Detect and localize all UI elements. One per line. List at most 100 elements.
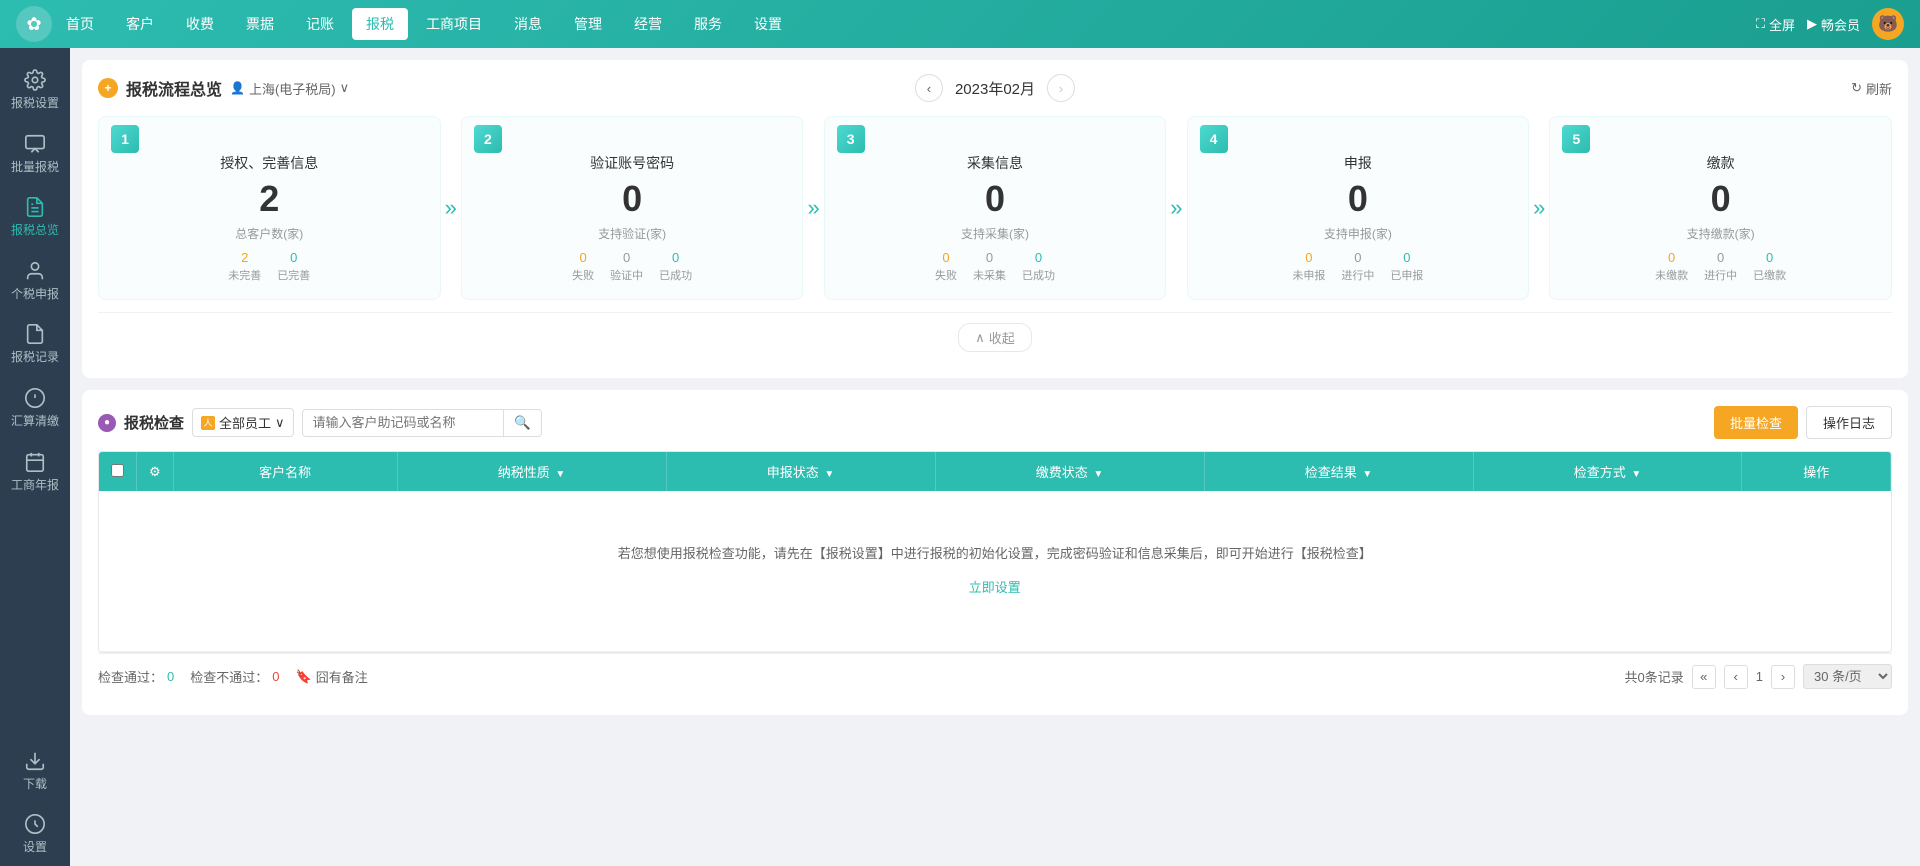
prev-page-button[interactable]: ‹ [1724, 665, 1748, 689]
check-method-filter-icon: ▼ [1631, 469, 1641, 480]
footer-note-stat: 🔖 囧有备注 [296, 667, 368, 686]
th-check-result[interactable]: 检查结果 ▼ [1204, 452, 1473, 491]
check-actions: 批量检查 操作日志 [1714, 406, 1892, 439]
top-nav: ✿ 首页 客户 收费 票据 记账 报税 工商项目 消息 管理 经营 服务 设置 … [0, 0, 1920, 48]
step-5-number: 0 [1566, 181, 1875, 217]
first-page-button[interactable]: « [1692, 665, 1716, 689]
sidebar-item-batch-tax[interactable]: 批量报税 [0, 122, 70, 186]
step-5-badge: 5 [1562, 125, 1590, 153]
sidebar-item-tax-settings[interactable]: 报税设置 [0, 58, 70, 122]
main-content: + 报税流程总览 👤 上海(电子税局) ∨ ‹ 2023年02月 › ↻ 刷新 [70, 48, 1920, 866]
next-page-button[interactable]: › [1771, 665, 1795, 689]
annual-settlement-icon [23, 386, 47, 410]
step-1-stat-1-label: 未完善 [228, 267, 261, 283]
nav-service[interactable]: 服务 [680, 8, 736, 40]
app-logo: ✿ [16, 6, 52, 42]
step-4-number: 0 [1204, 181, 1513, 217]
search-input[interactable] [303, 410, 503, 435]
step-3-stat-3-num: 0 [1035, 250, 1042, 265]
step-3-title: 采集信息 [841, 153, 1150, 173]
fail-label: 检查不通过： [190, 667, 268, 686]
step-1-sublabel: 总客户数(家) [115, 225, 424, 242]
nav-fees[interactable]: 收费 [172, 8, 228, 40]
fullscreen-label: 全屏 [1769, 15, 1795, 34]
fail-count-link[interactable]: 0 [272, 669, 279, 684]
operation-log-button[interactable]: 操作日志 [1806, 406, 1892, 439]
step-3-badge: 3 [837, 125, 865, 153]
nav-home[interactable]: 首页 [52, 8, 108, 40]
step-2-badge: 2 [474, 125, 502, 153]
sidebar-label-annual-report: 工商年报 [11, 478, 59, 494]
nav-settings[interactable]: 设置 [740, 8, 796, 40]
sidebar-item-tax-overview[interactable]: 报税总览 [0, 185, 70, 249]
fullscreen-button[interactable]: ⛶ 全屏 [1756, 15, 1795, 34]
nav-tax[interactable]: 报税 [352, 8, 408, 40]
step-2: 2 验证账号密码 0 支持验证(家) 0 失败 0 验证中 [461, 116, 804, 300]
member-button[interactable]: ▶ 畅会员 [1807, 15, 1860, 34]
step-4-badge: 4 [1200, 125, 1228, 153]
step-5-stat-1: 0 未缴款 [1655, 250, 1688, 283]
nav-messages[interactable]: 消息 [500, 8, 556, 40]
payment-status-filter-icon: ▼ [1093, 469, 1103, 480]
nav-customer[interactable]: 客户 [112, 8, 168, 40]
th-report-status[interactable]: 申报状态 ▼ [666, 452, 935, 491]
step-1-stat-2: 0 已完善 [277, 250, 310, 283]
empty-state: 若您想使用报税检查功能，请先在【报税设置】中进行报税的初始化设置，完成密码验证和… [111, 501, 1879, 641]
staff-filter-label: 全部员工 [219, 413, 271, 432]
th-gear[interactable]: ⚙ [137, 452, 174, 491]
step-2-stats: 0 失败 0 验证中 0 已成功 [478, 250, 787, 283]
collapse-button[interactable]: ∧ 收起 [958, 323, 1032, 352]
staff-filter-dropdown[interactable]: 人 全部员工 ∨ [192, 408, 294, 437]
bottom-settings-icon [23, 812, 47, 836]
th-checkbox[interactable] [99, 452, 137, 491]
select-all-checkbox[interactable] [111, 464, 124, 477]
nav-accounting[interactable]: 记账 [292, 8, 348, 40]
sidebar-item-personal-tax[interactable]: 个税申报 [0, 249, 70, 313]
setup-link[interactable]: 立即设置 [969, 580, 1021, 595]
per-page-select[interactable]: 30 条/页 50 条/页 100 条/页 [1803, 664, 1892, 689]
step-1-number: 2 [115, 181, 424, 217]
step-1-stat-2-num: 0 [290, 250, 297, 265]
gear-icon: ⚙ [149, 464, 161, 479]
user-avatar[interactable]: 🐻 [1872, 8, 1904, 40]
next-month-button[interactable]: › [1047, 74, 1075, 102]
refresh-icon: ↻ [1851, 80, 1862, 96]
batch-check-button[interactable]: 批量检查 [1714, 406, 1798, 439]
th-payment-status[interactable]: 缴费状态 ▼ [935, 452, 1204, 491]
step-2-stat-2-label: 验证中 [610, 267, 643, 283]
step-2-stat-1-num: 0 [580, 250, 587, 265]
sidebar-item-settings[interactable]: 设置 [0, 802, 70, 866]
step-5-stat-1-label: 未缴款 [1655, 267, 1688, 283]
step-4-stat-1: 0 未申报 [1292, 250, 1325, 283]
th-check-method[interactable]: 检查方式 ▼ [1473, 452, 1742, 491]
step-5-stat-3-num: 0 [1766, 250, 1773, 265]
step-5-stat-2: 0 进行中 [1704, 250, 1737, 283]
step-3-stat-3-label: 已成功 [1022, 267, 1055, 283]
step-5-stat-3: 0 已缴款 [1753, 250, 1786, 283]
nav-business[interactable]: 工商项目 [412, 8, 496, 40]
sidebar-item-annual-report[interactable]: 工商年报 [0, 440, 70, 504]
nav-items: 首页 客户 收费 票据 记账 报税 工商项目 消息 管理 经营 服务 设置 [52, 8, 1756, 40]
sidebar-label-bottom-settings: 设置 [23, 840, 47, 856]
region-selector[interactable]: 👤 上海(电子税局) ∨ [230, 79, 349, 98]
th-tax-type[interactable]: 纳税性质 ▼ [397, 452, 666, 491]
refresh-button[interactable]: ↻ 刷新 [1851, 79, 1892, 98]
sidebar-item-annual-settlement[interactable]: 汇算清缴 [0, 376, 70, 440]
step-2-title: 验证账号密码 [478, 153, 787, 173]
pass-count-link[interactable]: 0 [167, 669, 174, 684]
nav-manage[interactable]: 管理 [560, 8, 616, 40]
sidebar-item-tax-record[interactable]: 报税记录 [0, 312, 70, 376]
overview-card: + 报税流程总览 👤 上海(电子税局) ∨ ‹ 2023年02月 › ↻ 刷新 [82, 60, 1908, 378]
prev-month-button[interactable]: ‹ [915, 74, 943, 102]
step-5-stat-3-label: 已缴款 [1753, 267, 1786, 283]
sidebar-item-download[interactable]: 下载 [0, 739, 70, 803]
arrow-2-3: » [803, 116, 823, 300]
step-4-stat-1-label: 未申报 [1292, 267, 1325, 283]
step-5-stats: 0 未缴款 0 进行中 0 已缴款 [1566, 250, 1875, 283]
nav-operations[interactable]: 经营 [620, 8, 676, 40]
nav-invoice[interactable]: 票据 [232, 8, 288, 40]
step-3-stat-3: 0 已成功 [1022, 250, 1055, 283]
tax-overview-icon [23, 195, 47, 219]
search-button[interactable]: 🔍 [503, 410, 541, 436]
collapse-icon: ∧ [975, 330, 985, 346]
